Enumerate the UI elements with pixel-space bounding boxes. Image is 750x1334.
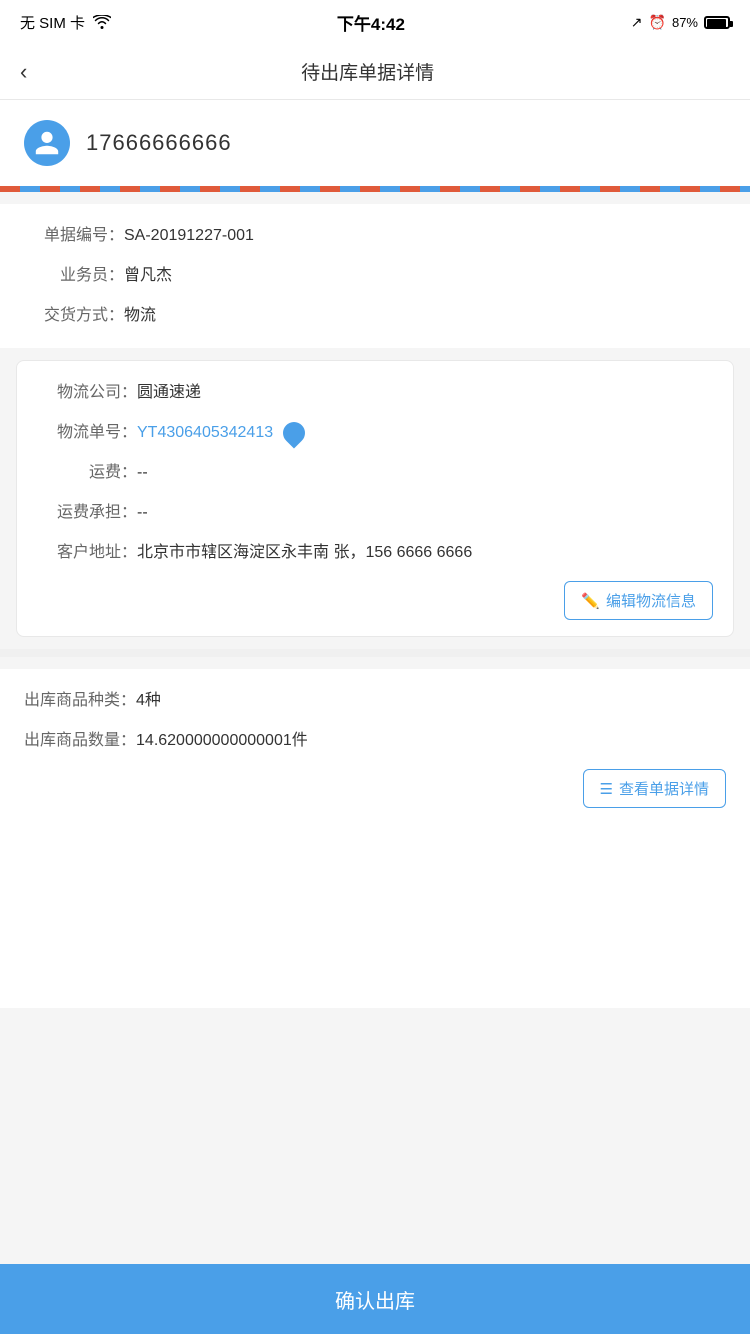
delivery-row: 交货方式： 物流	[24, 304, 726, 328]
spacer-area	[0, 828, 750, 1008]
delivery-label: 交货方式：	[24, 304, 124, 328]
edit-logistics-label: 编辑物流信息	[606, 590, 696, 611]
customer-header: 17666666666	[0, 100, 750, 186]
types-label: 出库商品种类：	[24, 689, 136, 713]
edit-icon: ✏️	[581, 592, 600, 610]
quantity-row: 出库商品数量： 14.620000000000001件	[24, 729, 726, 753]
types-value: 4种	[136, 689, 726, 713]
company-row: 物流公司： 圆通速递	[37, 381, 713, 405]
carrier-text: 无 SIM 卡	[20, 12, 85, 33]
order-no-value: SA-20191227-001	[124, 224, 726, 248]
alarm-icon: ⏰	[649, 14, 666, 31]
wifi-icon	[93, 15, 111, 29]
location-icon: ↗	[631, 14, 643, 31]
confirm-label: 确认出库	[335, 1285, 415, 1314]
salesman-value: 曾凡杰	[124, 264, 726, 288]
freight-bearer-row: 运费承担： --	[37, 501, 713, 525]
tracking-value: YT4306405342413	[137, 421, 713, 445]
status-right: ↗ ⏰ 87%	[631, 14, 730, 31]
types-row: 出库商品种类： 4种	[24, 689, 726, 713]
quantity-value: 14.620000000000001件	[136, 729, 726, 753]
nav-bar: ‹ 待出库单据详情	[0, 44, 750, 100]
tracking-row: 物流单号： YT4306405342413	[37, 421, 713, 445]
delivery-value: 物流	[124, 304, 726, 328]
status-left: 无 SIM 卡	[20, 12, 111, 33]
avatar	[24, 120, 70, 166]
back-button[interactable]: ‹	[20, 61, 27, 83]
address-label: 客户地址：	[37, 541, 137, 565]
status-bar: 无 SIM 卡 下午4:42 ↗ ⏰ 87%	[0, 0, 750, 44]
order-no-label: 单据编号：	[24, 224, 124, 248]
edit-logistics-button[interactable]: ✏️ 编辑物流信息	[564, 581, 713, 620]
freight-row: 运费： --	[37, 461, 713, 485]
dashed-divider	[0, 186, 750, 192]
battery-icon	[704, 16, 730, 29]
document-icon: ☰	[600, 780, 613, 798]
edit-logistics-area: ✏️ 编辑物流信息	[37, 581, 713, 620]
basic-info-section: 单据编号： SA-20191227-001 业务员： 曾凡杰 交货方式： 物流	[0, 204, 750, 348]
order-no-row: 单据编号： SA-20191227-001	[24, 224, 726, 248]
freight-bearer-value: --	[137, 501, 713, 525]
quantity-label: 出库商品数量：	[24, 729, 136, 753]
user-icon	[33, 129, 61, 157]
view-detail-area: ☰ 查看单据详情	[24, 769, 726, 808]
tracking-label: 物流单号：	[37, 421, 137, 445]
address-row: 客户地址： 北京市市辖区海淀区永丰南 张，156 6666 6666	[37, 541, 713, 565]
tracking-number: YT4306405342413	[137, 421, 273, 445]
freight-value: --	[137, 461, 713, 485]
page-title: 待出库单据详情	[47, 58, 688, 85]
address-value: 北京市市辖区海淀区永丰南 张，156 6666 6666	[137, 541, 713, 565]
company-label: 物流公司：	[37, 381, 137, 405]
salesman-label: 业务员：	[24, 264, 124, 288]
section-separator	[0, 649, 750, 657]
freight-bearer-label: 运费承担：	[37, 501, 137, 525]
view-detail-label: 查看单据详情	[619, 778, 709, 799]
confirm-outbound-button[interactable]: 确认出库	[0, 1264, 750, 1334]
logistics-section: 物流公司： 圆通速递 物流单号： YT4306405342413 运费： -- …	[16, 360, 734, 637]
freight-label: 运费：	[37, 461, 137, 485]
location-pin-icon[interactable]	[279, 417, 310, 448]
customer-phone: 17666666666	[86, 130, 232, 156]
battery-percent: 87%	[672, 15, 698, 30]
outbound-section: 出库商品种类： 4种 出库商品数量： 14.620000000000001件 ☰…	[0, 669, 750, 828]
salesman-row: 业务员： 曾凡杰	[24, 264, 726, 288]
view-detail-button[interactable]: ☰ 查看单据详情	[583, 769, 726, 808]
company-value: 圆通速递	[137, 381, 713, 405]
status-time: 下午4:42	[337, 10, 405, 35]
